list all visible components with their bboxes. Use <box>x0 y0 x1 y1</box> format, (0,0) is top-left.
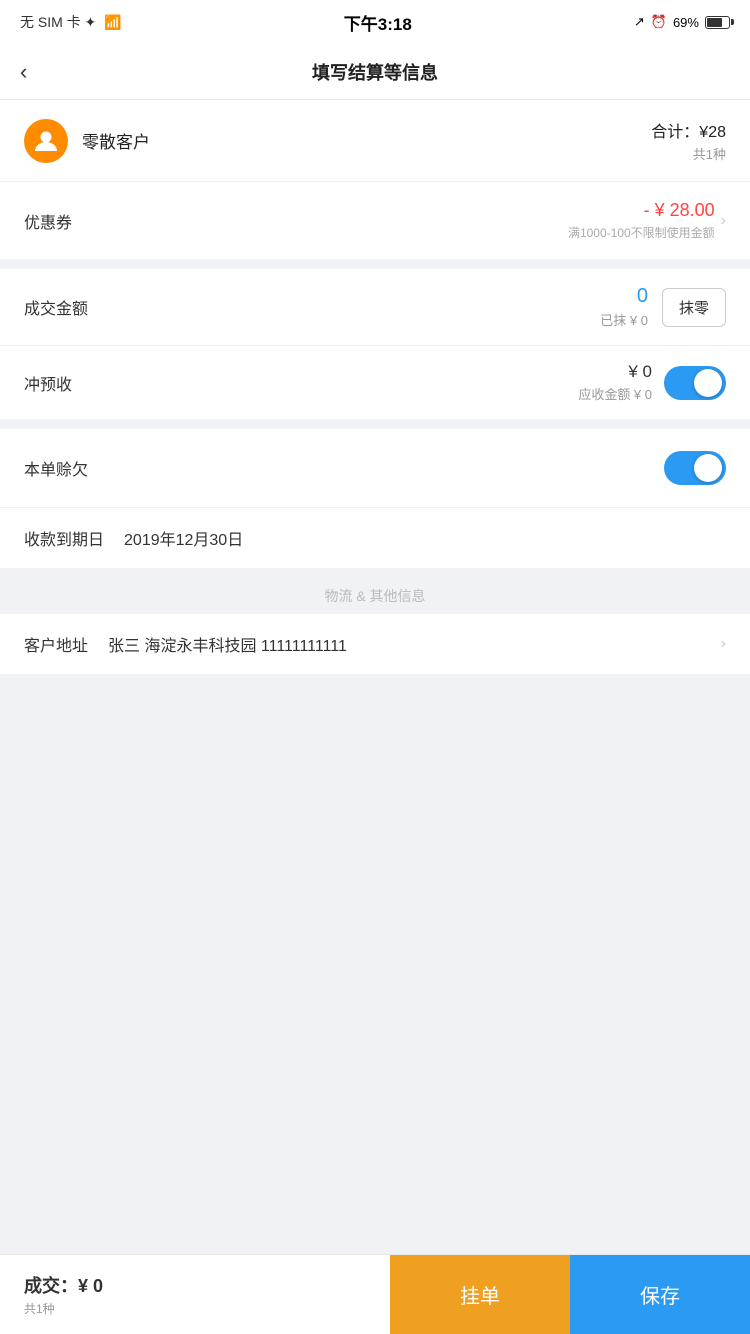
bottom-deal-label: 成交： <box>24 1276 78 1296</box>
save-button[interactable]: 保存 <box>570 1255 750 1334</box>
status-left: 无 SIM 卡 ✦ 📶 <box>20 12 122 32</box>
coupon-right: - ¥ 28.00 满1000-100不限制使用金额 › <box>568 200 726 241</box>
coupon-amount: - ¥ 28.00 <box>568 200 715 221</box>
wifi-icon: 📶 <box>104 14 121 31</box>
duedate-row[interactable]: 收款到期日 2019年12月30日 <box>0 507 750 568</box>
address-chevron-icon: › <box>721 635 726 653</box>
prerecv-toggle[interactable] <box>664 366 726 400</box>
coupon-label: 优惠券 <box>24 209 72 233</box>
bottom-actions: 挂单 保存 <box>390 1255 750 1334</box>
spacer <box>0 674 750 714</box>
bottom-bar: 成交：¥ 0 共1种 挂单 保存 <box>0 1254 750 1334</box>
back-button[interactable]: ‹ <box>20 59 27 85</box>
prerecv-sub: 应收金额 ¥ 0 <box>578 384 652 403</box>
toggle-knob <box>694 369 722 397</box>
debt-toggle[interactable] <box>664 451 726 485</box>
customer-avatar <box>24 119 68 163</box>
duedate-label: 收款到期日 <box>24 526 104 550</box>
location-icon: ↗ <box>634 14 645 30</box>
hold-button[interactable]: 挂单 <box>390 1255 570 1334</box>
content: 零散客户 合计：¥28 共1种 优惠券 - ¥ 28.00 满1000-100不… <box>0 100 750 1334</box>
bottom-deal-amount: ¥ 0 <box>78 1276 103 1296</box>
bottom-info: 成交：¥ 0 共1种 <box>0 1272 390 1317</box>
total-amount: 合计：¥28 <box>651 118 726 142</box>
customer-name: 零散客户 <box>82 128 150 153</box>
bottom-count: 共1种 <box>24 1300 366 1317</box>
transaction-section: 成交金额 0 已抹 ¥ 0 抹零 冲预收 ¥ 0 应收金额 ¥ 0 <box>0 269 750 419</box>
status-bar: 无 SIM 卡 ✦ 📶 下午3:18 ↗ ⏰ 69% <box>0 0 750 44</box>
customer-row: 零散客户 合计：¥28 共1种 <box>0 100 750 181</box>
debt-toggle-knob <box>694 454 722 482</box>
address-value: 张三 海淀永丰科技园 11111111111 <box>108 632 721 656</box>
user-icon <box>33 128 59 154</box>
coupon-values: - ¥ 28.00 满1000-100不限制使用金额 <box>568 200 715 241</box>
logistics-title: 物流 & 其他信息 <box>324 586 425 606</box>
deal-right: 0 已抹 ¥ 0 抹零 <box>600 285 726 329</box>
coupon-desc: 满1000-100不限制使用金额 <box>568 224 715 241</box>
prerecv-row: 冲预收 ¥ 0 应收金额 ¥ 0 <box>0 345 750 419</box>
customer-card: 零散客户 合计：¥28 共1种 优惠券 - ¥ 28.00 满1000-100不… <box>0 100 750 259</box>
prerecv-right: ¥ 0 应收金额 ¥ 0 <box>578 362 726 403</box>
customer-left: 零散客户 <box>24 119 150 163</box>
deal-amount-row: 成交金额 0 已抹 ¥ 0 抹零 <box>0 269 750 345</box>
prerecv-amount: ¥ 0 <box>578 362 652 382</box>
battery-percent: 69% <box>673 15 699 30</box>
nav-title: 填写结算等信息 <box>312 59 438 85</box>
deal-sub: 已抹 ¥ 0 <box>600 310 648 329</box>
status-time: 下午3:18 <box>344 10 412 35</box>
nav-bar: ‹ 填写结算等信息 <box>0 44 750 100</box>
battery-icon <box>705 16 730 29</box>
round-off-button[interactable]: 抹零 <box>662 288 726 327</box>
coupon-row[interactable]: 优惠券 - ¥ 28.00 满1000-100不限制使用金额 › <box>0 181 750 259</box>
debt-section: 本单赊欠 收款到期日 2019年12月30日 <box>0 429 750 568</box>
address-row[interactable]: 客户地址 张三 海淀永丰科技园 11111111111 › <box>0 614 750 674</box>
duedate-value: 2019年12月30日 <box>124 526 243 550</box>
alarm-icon: ⏰ <box>651 14 667 30</box>
chevron-right-icon: › <box>721 212 726 230</box>
signal-text: 无 SIM 卡 ✦ <box>20 12 96 32</box>
address-label: 客户地址 <box>24 632 88 656</box>
logistics-divider: 物流 & 其他信息 <box>0 578 750 614</box>
deal-amount: 0 <box>600 285 648 308</box>
debt-label: 本单赊欠 <box>24 456 88 480</box>
prerecv-label: 冲预收 <box>24 371 72 395</box>
bottom-deal: 成交：¥ 0 <box>24 1272 366 1298</box>
total-count: 共1种 <box>651 144 726 163</box>
customer-total: 合计：¥28 共1种 <box>651 118 726 163</box>
deal-label: 成交金额 <box>24 295 88 319</box>
deal-value: 0 已抹 ¥ 0 <box>600 285 648 329</box>
debt-row: 本单赊欠 <box>0 429 750 507</box>
prerecv-amounts: ¥ 0 应收金额 ¥ 0 <box>578 362 652 403</box>
status-right: ↗ ⏰ 69% <box>634 14 730 30</box>
